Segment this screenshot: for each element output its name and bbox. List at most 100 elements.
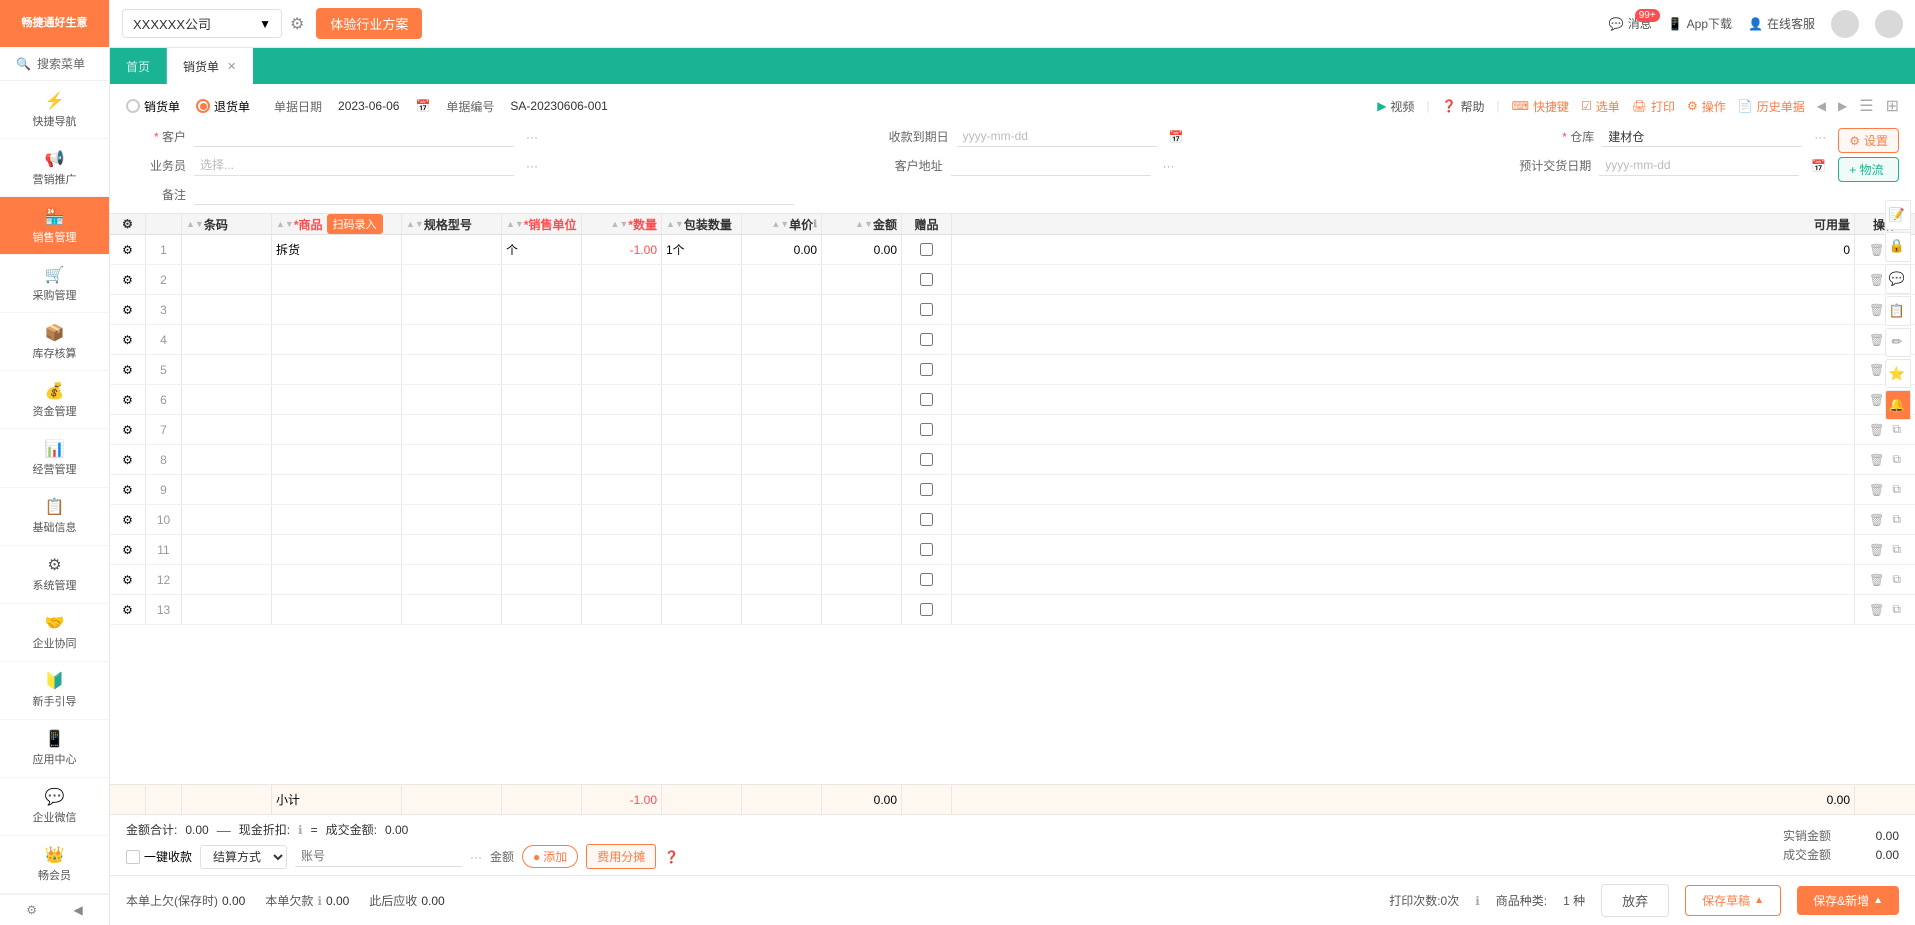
row3-unit[interactable] xyxy=(502,295,582,324)
row2-barcode[interactable] xyxy=(182,265,272,294)
row10-qty[interactable] xyxy=(582,505,662,534)
row2-amount[interactable] xyxy=(822,265,902,294)
row1-barcode[interactable] xyxy=(182,235,272,264)
sidebar-item-wechat[interactable]: 💬 企业微信 xyxy=(0,778,109,836)
row9-product[interactable] xyxy=(272,475,402,504)
row5-barcode[interactable] xyxy=(182,355,272,384)
company-selector[interactable]: XXXXXX公司 ▼ xyxy=(122,9,282,38)
row5-price[interactable] xyxy=(742,355,822,384)
message-button[interactable]: 💬 消息 99+ xyxy=(1609,15,1652,32)
row13-product[interactable] xyxy=(272,595,402,624)
row11-gift-checkbox[interactable] xyxy=(920,543,933,556)
row12-amount[interactable] xyxy=(822,565,902,594)
row7-delete-icon[interactable]: 🗑 xyxy=(1869,423,1884,437)
row7-gift-checkbox[interactable] xyxy=(920,423,933,436)
app-download-button[interactable]: 📱 App下载 xyxy=(1668,15,1732,32)
sidebar-collapse-icon[interactable]: ◀ xyxy=(74,903,83,917)
row2-spec[interactable] xyxy=(402,265,502,294)
row4-amount[interactable] xyxy=(822,325,902,354)
row2-gift[interactable] xyxy=(902,265,952,294)
fee-help-icon[interactable]: ❓ xyxy=(664,850,679,864)
row2-unit[interactable] xyxy=(502,265,582,294)
row8-product[interactable] xyxy=(272,445,402,474)
sidebar-item-inventory[interactable]: 📦 库存核算 xyxy=(0,313,109,371)
payment-checkbox[interactable] xyxy=(126,850,140,864)
row6-amount[interactable] xyxy=(822,385,902,414)
payment-date-calendar-icon[interactable]: 📅 xyxy=(1169,130,1184,144)
row13-spec[interactable] xyxy=(402,595,502,624)
row6-price[interactable] xyxy=(742,385,822,414)
row2-settings[interactable]: ⚙ xyxy=(110,265,146,294)
user-avatar-2[interactable] xyxy=(1875,10,1903,38)
row9-amount[interactable] xyxy=(822,475,902,504)
sidebar-item-guide[interactable]: 🔰 新手引导 xyxy=(0,662,109,720)
row4-settings[interactable]: ⚙ xyxy=(110,325,146,354)
row12-gift-checkbox[interactable] xyxy=(920,573,933,586)
row3-price[interactable] xyxy=(742,295,822,324)
row3-settings[interactable]: ⚙ xyxy=(110,295,146,324)
radio-sales-order[interactable]: 销货单 xyxy=(126,98,180,115)
product-type-icon[interactable]: ℹ xyxy=(1475,894,1480,908)
this-bill-owe-help[interactable]: ℹ xyxy=(317,894,322,908)
tab-sales-order[interactable]: 销货单 ✕ xyxy=(167,48,253,84)
row2-gift-checkbox[interactable] xyxy=(920,273,933,286)
row1-amount[interactable]: 0.00 xyxy=(822,235,902,264)
row3-pkg[interactable] xyxy=(662,295,742,324)
float-btn-1[interactable]: 📝 xyxy=(1885,200,1911,230)
customer-dots[interactable]: ··· xyxy=(526,130,538,144)
row5-amount[interactable] xyxy=(822,355,902,384)
row8-unit[interactable] xyxy=(502,445,582,474)
sidebar-item-quick-nav[interactable]: ⚡ 快捷导航 xyxy=(0,81,109,139)
save-new-button[interactable]: 保存&新增 ▲ xyxy=(1797,886,1899,915)
sidebar-item-cooperation[interactable]: 🤝 企业协同 xyxy=(0,604,109,662)
row8-barcode[interactable] xyxy=(182,445,272,474)
row10-gift[interactable] xyxy=(902,505,952,534)
fee-split-button[interactable]: 费用分摊 xyxy=(586,844,656,869)
row2-delete-icon[interactable]: 🗑 xyxy=(1869,273,1884,287)
payment-date-input[interactable] xyxy=(957,126,1157,147)
row12-copy-icon[interactable]: ⧉ xyxy=(1892,572,1901,587)
settings-icon[interactable]: ⚙ xyxy=(290,14,304,34)
add-button[interactable]: ● 添加 xyxy=(522,845,578,868)
row12-barcode[interactable] xyxy=(182,565,272,594)
sidebar-item-purchase[interactable]: 🛒 采购管理 xyxy=(0,255,109,313)
expected-date-calendar-icon[interactable]: 📅 xyxy=(1811,159,1826,173)
sidebar-item-sales[interactable]: 🏪 销售管理 xyxy=(0,197,109,255)
sidebar-item-app-center[interactable]: 📱 应用中心 xyxy=(0,720,109,778)
row8-amount[interactable] xyxy=(822,445,902,474)
row5-qty[interactable] xyxy=(582,355,662,384)
row6-delete-icon[interactable]: 🗑 xyxy=(1869,393,1884,407)
row5-spec[interactable] xyxy=(402,355,502,384)
row7-unit[interactable] xyxy=(502,415,582,444)
row8-copy-icon[interactable]: ⧉ xyxy=(1892,452,1901,467)
select-btn[interactable]: ☑ 选单 xyxy=(1581,98,1620,115)
row9-pkg[interactable] xyxy=(662,475,742,504)
customer-addr-input[interactable] xyxy=(951,155,1151,176)
row4-spec[interactable] xyxy=(402,325,502,354)
row10-gift-checkbox[interactable] xyxy=(920,513,933,526)
row1-gift-checkbox[interactable] xyxy=(920,243,933,256)
row5-gift-checkbox[interactable] xyxy=(920,363,933,376)
row13-gift-checkbox[interactable] xyxy=(920,603,933,616)
row12-spec[interactable] xyxy=(402,565,502,594)
row10-copy-icon[interactable]: ⧉ xyxy=(1892,512,1901,527)
row13-unit[interactable] xyxy=(502,595,582,624)
minus-icon[interactable]: — xyxy=(217,822,231,838)
row4-barcode[interactable] xyxy=(182,325,272,354)
row12-product[interactable] xyxy=(272,565,402,594)
experience-button[interactable]: 体验行业方案 xyxy=(316,8,422,39)
row3-gift[interactable] xyxy=(902,295,952,324)
row1-gift[interactable] xyxy=(902,235,952,264)
row7-product[interactable] xyxy=(272,415,402,444)
row12-qty[interactable] xyxy=(582,565,662,594)
row8-pkg[interactable] xyxy=(662,445,742,474)
row9-unit[interactable] xyxy=(502,475,582,504)
row5-unit[interactable] xyxy=(502,355,582,384)
sidebar-item-system[interactable]: ⚙ 系统管理 xyxy=(0,546,109,604)
row7-qty[interactable] xyxy=(582,415,662,444)
settlement-method-select[interactable]: 结算方式 xyxy=(200,845,287,869)
row9-price[interactable] xyxy=(742,475,822,504)
float-btn-6[interactable]: ⭐ xyxy=(1885,359,1911,389)
video-btn[interactable]: ▶ 视频 xyxy=(1377,98,1414,115)
shortcut-btn[interactable]: ⌨ 快捷键 xyxy=(1512,98,1569,115)
